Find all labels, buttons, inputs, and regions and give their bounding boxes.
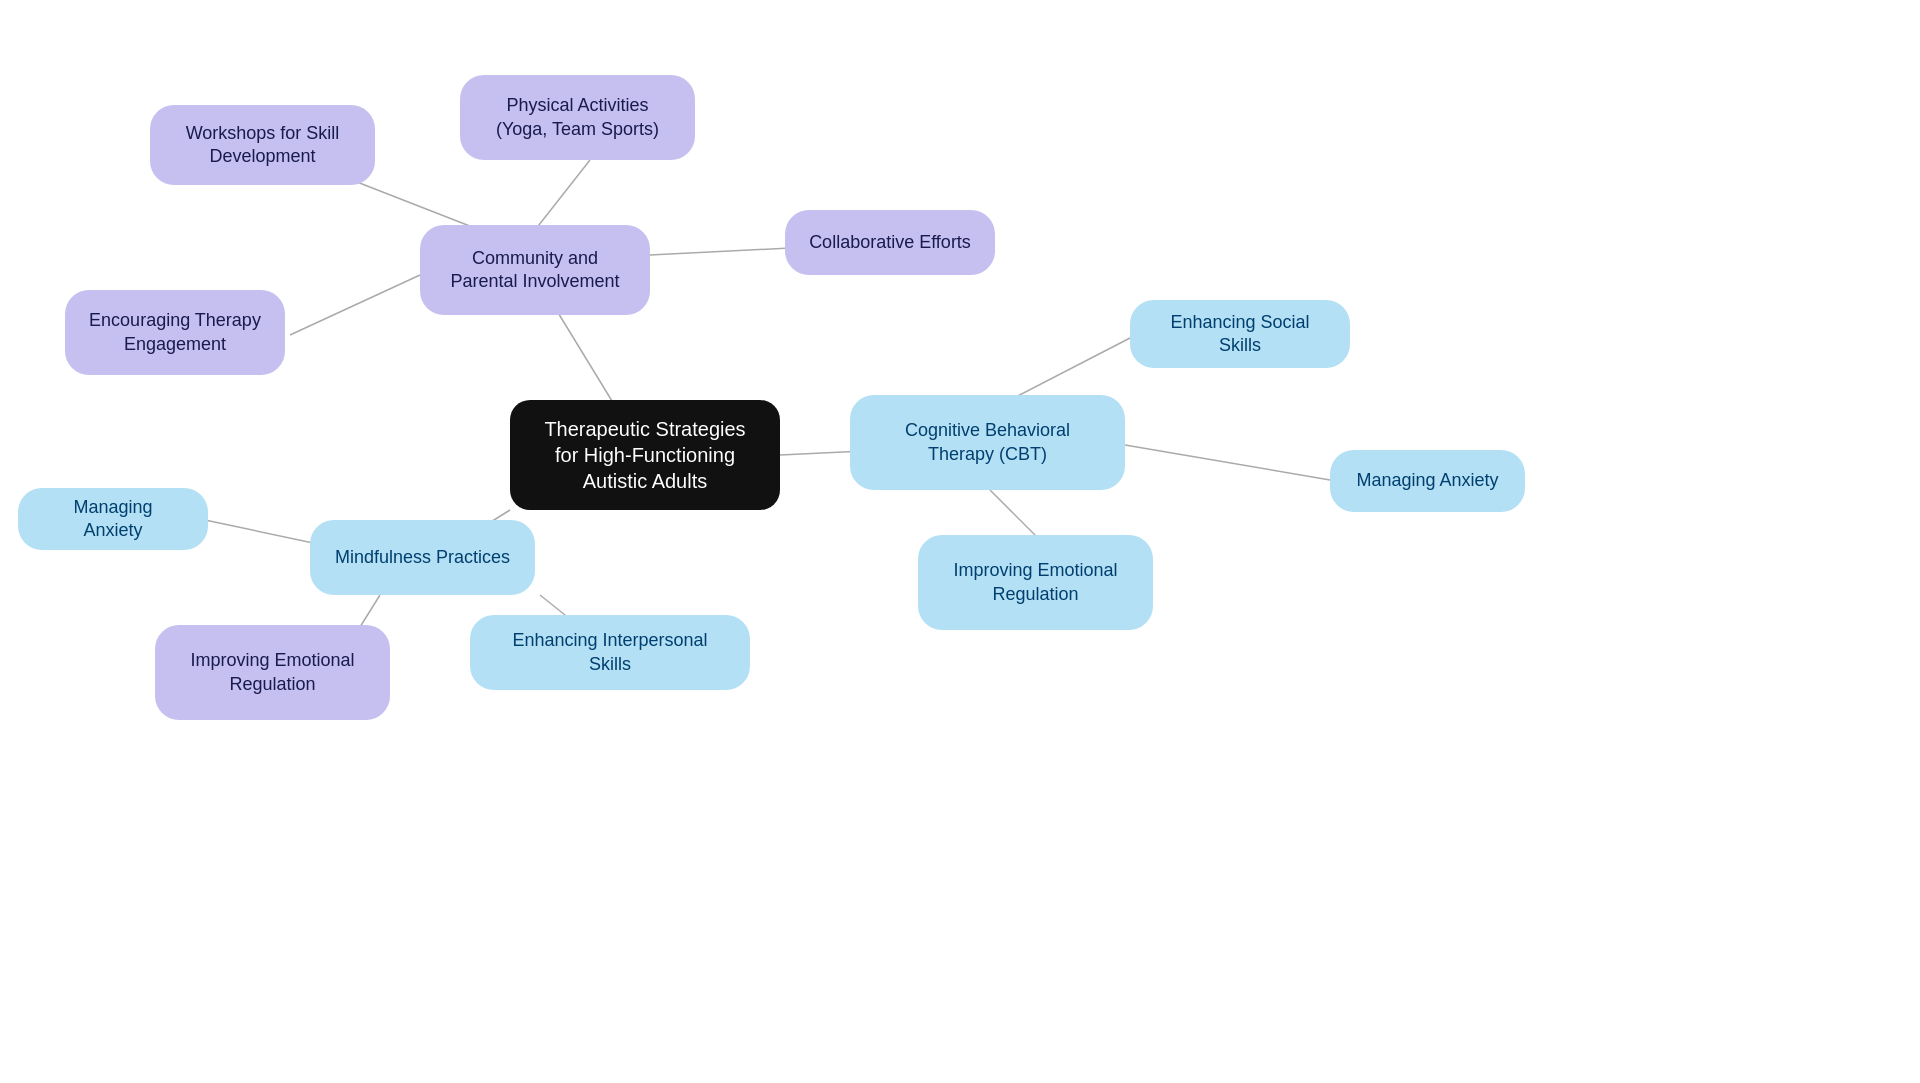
enhancing-interpersonal-skills-node[interactable]: Enhancing Interpersonal Skills — [470, 615, 750, 690]
workshops-node[interactable]: Workshops for Skill Development — [150, 105, 375, 185]
svg-line-5 — [650, 248, 790, 255]
physical-activities-node[interactable]: Physical Activities (Yoga, Team Sports) — [460, 75, 695, 160]
encouraging-therapy-node[interactable]: Encouraging Therapy Engagement — [65, 290, 285, 375]
community-node[interactable]: Community and Parental Involvement — [420, 225, 650, 315]
managing-anxiety-right-node[interactable]: Managing Anxiety — [1330, 450, 1525, 512]
svg-line-4 — [535, 160, 590, 230]
svg-line-7 — [1010, 338, 1130, 400]
collaborative-efforts-node[interactable]: Collaborative Efforts — [785, 210, 995, 275]
svg-line-6 — [290, 275, 420, 335]
cbt-node[interactable]: Cognitive Behavioral Therapy (CBT) — [850, 395, 1125, 490]
enhancing-social-skills-node[interactable]: Enhancing Social Skills — [1130, 300, 1350, 368]
improving-emotional-right-node[interactable]: Improving Emotional Regulation — [918, 535, 1153, 630]
managing-anxiety-left-node[interactable]: Managing Anxiety — [18, 488, 208, 550]
svg-line-9 — [990, 490, 1040, 540]
improving-emotional-left-node[interactable]: Improving Emotional Regulation — [155, 625, 390, 720]
mindfulness-practices-node[interactable]: Mindfulness Practices — [310, 520, 535, 595]
svg-line-8 — [1125, 445, 1330, 480]
center-node[interactable]: Therapeutic Strategies for High-Function… — [510, 400, 780, 510]
